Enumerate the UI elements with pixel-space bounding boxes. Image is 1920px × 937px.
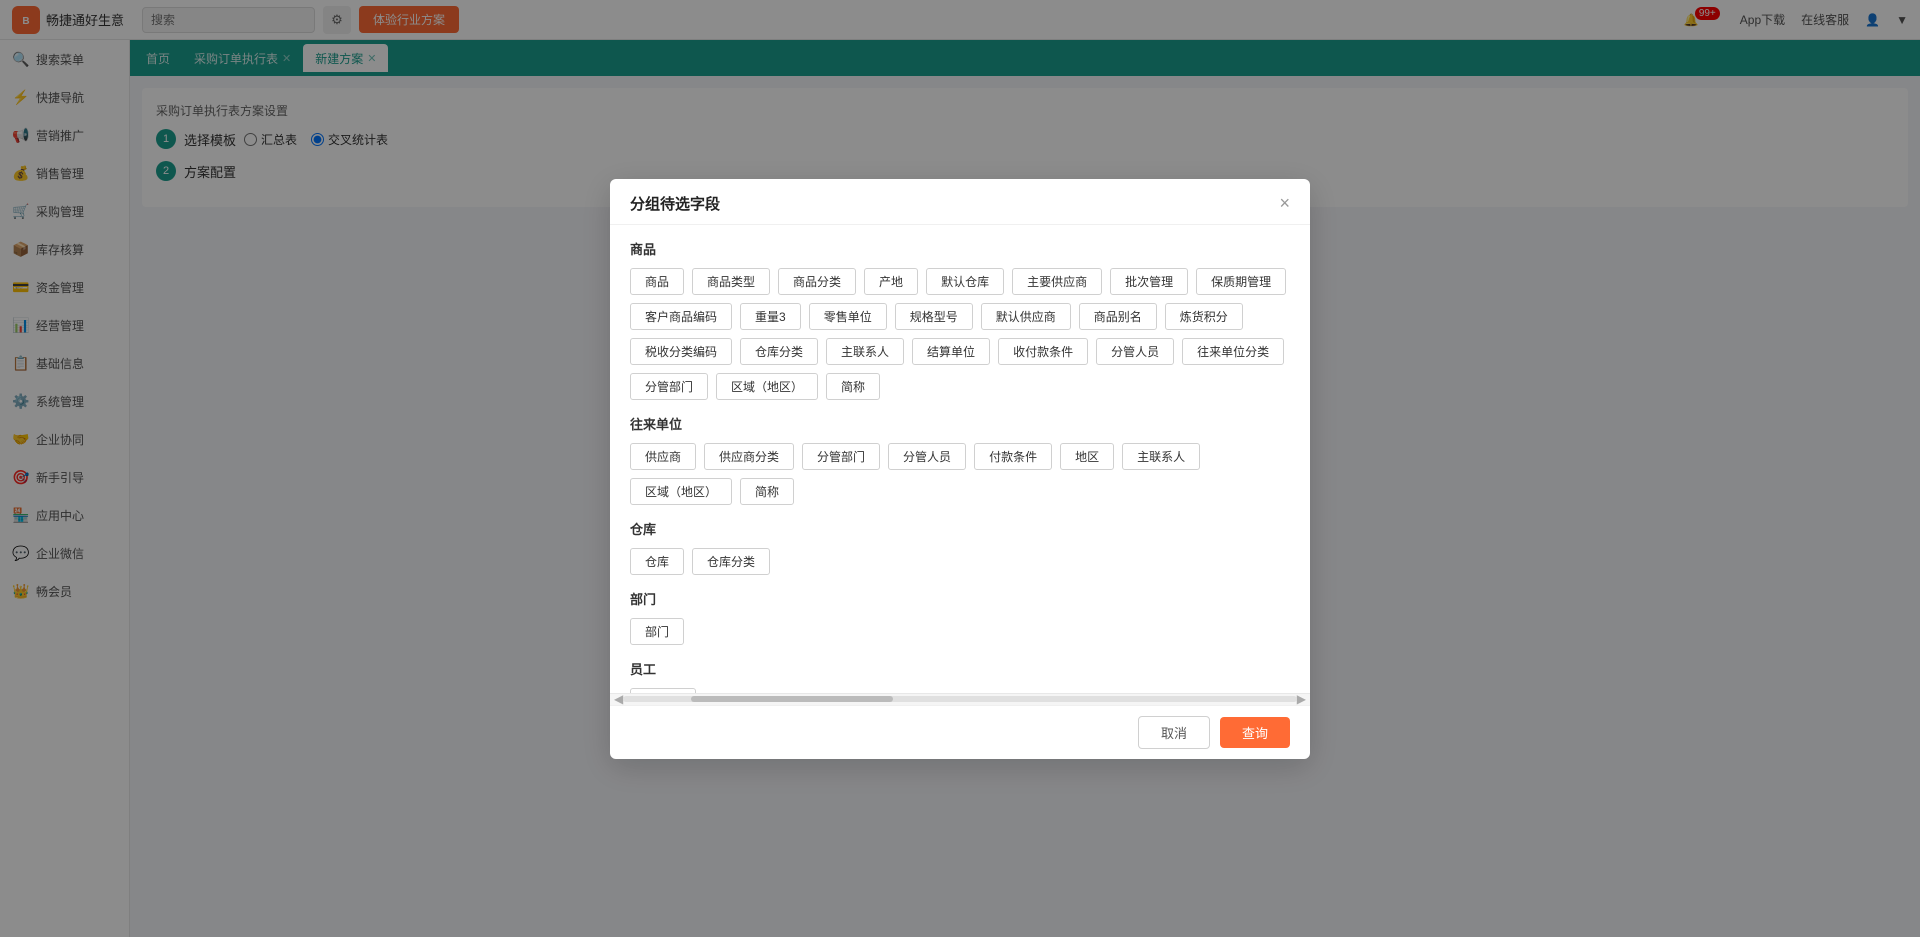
tag-wh-category[interactable]: 仓库分类 — [692, 548, 770, 575]
section-employee-title: 员工 — [630, 659, 1290, 678]
tag-product-category[interactable]: 商品分类 — [778, 268, 856, 295]
modal-header: 分组待选字段 × — [610, 179, 1310, 225]
tag-partner-category[interactable]: 往来单位分类 — [1182, 338, 1284, 365]
tag-payment-terms[interactable]: 收付款条件 — [998, 338, 1088, 365]
tag-product-alias[interactable]: 商品别名 — [1079, 303, 1157, 330]
confirm-button[interactable]: 查询 — [1220, 717, 1290, 748]
tag-area[interactable]: 地区 — [1060, 443, 1114, 470]
section-department-title: 部门 — [630, 589, 1290, 608]
modal-horizontal-scrollbar[interactable]: ◀ ▶ — [610, 693, 1310, 705]
tag-main-supplier[interactable]: 主要供应商 — [1012, 268, 1102, 295]
hscroll-track — [623, 696, 1297, 702]
modal-body: 商品 商品 商品类型 商品分类 产地 默认仓库 主要供应商 批次管理 保质期管理… — [610, 225, 1310, 693]
tag-expiry-management[interactable]: 保质期管理 — [1196, 268, 1286, 295]
modal-backdrop: 分组待选字段 × 商品 商品 商品类型 商品分类 产地 默认仓库 主要供应商 批… — [0, 0, 1920, 937]
tag-settlement-unit[interactable]: 结算单位 — [912, 338, 990, 365]
tag-spec-model[interactable]: 规格型号 — [895, 303, 973, 330]
tag-region[interactable]: 区域（地区） — [716, 373, 818, 400]
tag-default-supplier[interactable]: 默认供应商 — [981, 303, 1071, 330]
tag-default-warehouse[interactable]: 默认仓库 — [926, 268, 1004, 295]
cancel-button[interactable]: 取消 — [1138, 716, 1210, 749]
tag-supplier[interactable]: 供应商 — [630, 443, 696, 470]
tag-batch-management[interactable]: 批次管理 — [1110, 268, 1188, 295]
tag-warehouse-category[interactable]: 仓库分类 — [740, 338, 818, 365]
hscroll-thumb[interactable] — [691, 696, 893, 702]
field-select-modal: 分组待选字段 × 商品 商品 商品类型 商品分类 产地 默认仓库 主要供应商 批… — [610, 179, 1310, 759]
tag-partner-admin-dept[interactable]: 分管部门 — [802, 443, 880, 470]
tag-retail-unit[interactable]: 零售单位 — [809, 303, 887, 330]
section-products-title: 商品 — [630, 239, 1290, 258]
tag-customer-product-code[interactable]: 客户商品编码 — [630, 303, 732, 330]
tag-partner-main-contact[interactable]: 主联系人 — [1122, 443, 1200, 470]
products-tags-grid: 商品 商品类型 商品分类 产地 默认仓库 主要供应商 批次管理 保质期管理 客户… — [630, 268, 1290, 400]
warehouse-tags-grid: 仓库 仓库分类 — [630, 548, 1290, 575]
modal-close-button[interactable]: × — [1279, 194, 1290, 212]
modal-footer: 取消 查询 — [610, 705, 1310, 759]
tag-weight3[interactable]: 重量3 — [740, 303, 801, 330]
partners-tags-grid: 供应商 供应商分类 分管部门 分管人员 付款条件 地区 主联系人 区域（地区） … — [630, 443, 1290, 505]
modal-title: 分组待选字段 — [630, 193, 720, 214]
tag-warehouse[interactable]: 仓库 — [630, 548, 684, 575]
tag-tax-code[interactable]: 税收分类编码 — [630, 338, 732, 365]
department-tags-grid: 部门 — [630, 618, 1290, 645]
tag-product[interactable]: 商品 — [630, 268, 684, 295]
tag-short-name[interactable]: 简称 — [826, 373, 880, 400]
tag-payment-cond[interactable]: 付款条件 — [974, 443, 1052, 470]
tag-admin-dept[interactable]: 分管部门 — [630, 373, 708, 400]
tag-partner-short-name[interactable]: 简称 — [740, 478, 794, 505]
section-warehouse-title: 仓库 — [630, 519, 1290, 538]
tag-supplier-category[interactable]: 供应商分类 — [704, 443, 794, 470]
tag-refine-points[interactable]: 炼货积分 — [1165, 303, 1243, 330]
tag-main-contact[interactable]: 主联系人 — [826, 338, 904, 365]
tag-partner-region[interactable]: 区域（地区） — [630, 478, 732, 505]
tag-partner-admin-staff[interactable]: 分管人员 — [888, 443, 966, 470]
section-partners-title: 往来单位 — [630, 414, 1290, 433]
tag-admin-staff[interactable]: 分管人员 — [1096, 338, 1174, 365]
tag-origin[interactable]: 产地 — [864, 268, 918, 295]
tag-dept[interactable]: 部门 — [630, 618, 684, 645]
tag-product-type[interactable]: 商品类型 — [692, 268, 770, 295]
